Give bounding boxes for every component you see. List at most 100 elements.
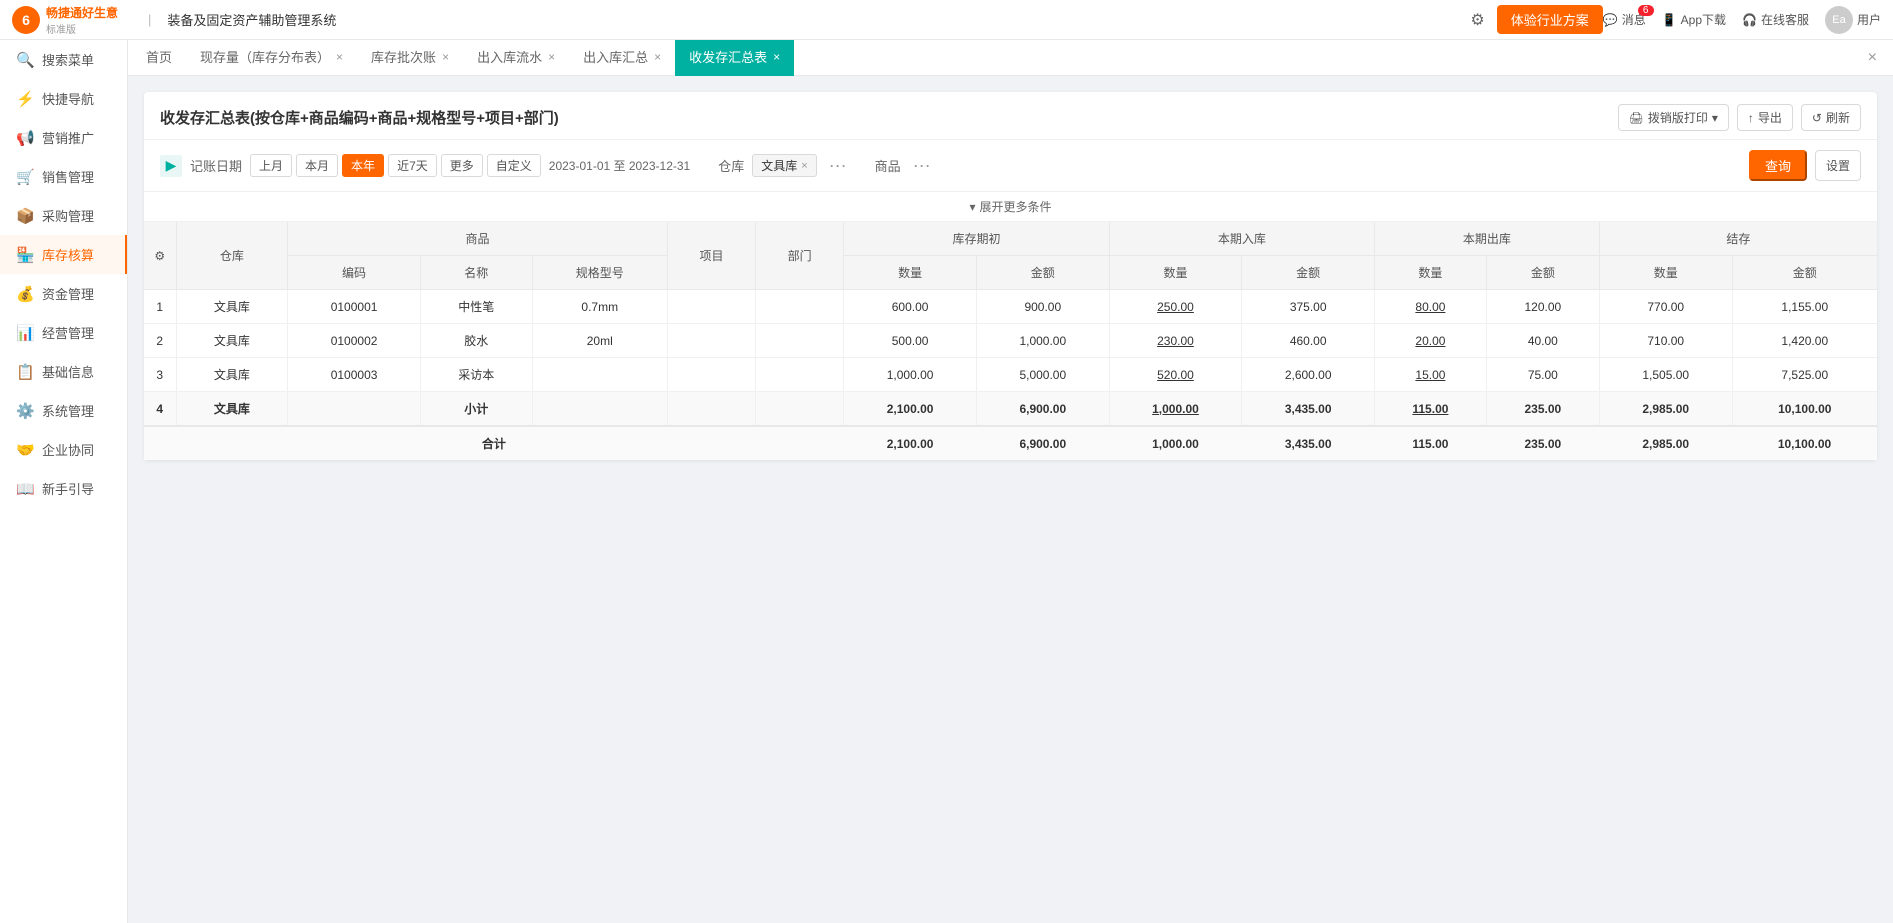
- sidebar-item-enterprise[interactable]: 🤝 企业协同: [0, 430, 127, 469]
- date-btn-this-year[interactable]: 本年: [342, 154, 384, 177]
- box-icon: 📦: [16, 207, 34, 225]
- app-download-item[interactable]: 📱 App下载: [1662, 11, 1726, 28]
- filter-actions: 查询 设置: [1749, 150, 1861, 181]
- goods-more[interactable]: ···: [913, 155, 931, 176]
- settings-filter-button[interactable]: 设置: [1815, 150, 1861, 181]
- sidebar-label-marketing: 营销推广: [42, 128, 94, 147]
- filter-expand-button[interactable]: ▶: [160, 155, 182, 177]
- th-in-amt: 金额: [1242, 256, 1375, 290]
- money-icon: 💰: [16, 285, 34, 303]
- sidebar-item-finance[interactable]: 💰 资金管理: [0, 274, 127, 313]
- sidebar-item-purchase[interactable]: 📦 采购管理: [0, 196, 127, 235]
- date-buttons: 上月 本月 本年 近7天 更多 自定义: [250, 154, 541, 177]
- footer-out-qty: 115.00: [1375, 426, 1487, 460]
- sidebar-item-marketing[interactable]: 📢 营销推广: [0, 118, 127, 157]
- th-goods-group: 商品: [288, 222, 668, 256]
- sidebar-item-guide[interactable]: 📖 新手引导: [0, 469, 127, 508]
- search-icon: 🔍: [16, 51, 34, 69]
- footer-open-qty: 2,100.00: [844, 426, 977, 460]
- sidebar-item-system[interactable]: ⚙️ 系统管理: [0, 391, 127, 430]
- sidebar-label-sales: 销售管理: [42, 167, 94, 186]
- print-button[interactable]: 🖨 拨销版打印 ▾: [1618, 104, 1729, 131]
- sidebar-item-sales[interactable]: 🛒 销售管理: [0, 157, 127, 196]
- warehouse-tag[interactable]: 文具库 ×: [752, 154, 816, 177]
- tab-close-inventory-dist[interactable]: ×: [336, 50, 343, 64]
- sidebar-label-quick: 快捷导航: [42, 89, 94, 108]
- th-settings[interactable]: ⚙: [144, 222, 176, 290]
- th-warehouse: 仓库: [176, 222, 288, 290]
- date-btn-7days[interactable]: 近7天: [388, 154, 437, 177]
- expand-more-button[interactable]: ▾ 展开更多条件: [969, 198, 1051, 215]
- table-footer-row: 合计 2,100.00 6,900.00 1,000.00 3,435.00 1…: [144, 426, 1877, 460]
- th-in-period: 本期入库: [1109, 222, 1374, 256]
- avatar: Ea: [1825, 6, 1853, 34]
- warehouse-tag-close[interactable]: ×: [801, 160, 807, 172]
- expand-more-row: ▾ 展开更多条件: [144, 192, 1877, 222]
- sidebar-item-basic[interactable]: 📋 基础信息: [0, 352, 127, 391]
- th-out-qty: 数量: [1375, 256, 1487, 290]
- th-balance: 结存: [1599, 222, 1877, 256]
- tab-close-batch[interactable]: ×: [442, 50, 449, 64]
- date-label: 记账日期: [190, 156, 242, 175]
- date-btn-this-month[interactable]: 本月: [296, 154, 338, 177]
- filter-goods-area: 商品 ···: [875, 155, 931, 176]
- sidebar-item-quick[interactable]: ⚡ 快捷导航: [0, 79, 127, 118]
- tab-inout-summary[interactable]: 出入库汇总 ×: [569, 40, 675, 76]
- sidebar-label-inventory: 库存核算: [42, 245, 94, 264]
- list-icon: 📋: [16, 363, 34, 381]
- tab-close-inout-flow[interactable]: ×: [548, 50, 555, 64]
- sidebar-label-finance: 资金管理: [42, 284, 94, 303]
- book-icon: 📖: [16, 480, 34, 498]
- footer-open-amt: 6,900.00: [976, 426, 1109, 460]
- sidebar-label-guide: 新手引导: [42, 479, 94, 498]
- page-header: 收发存汇总表(按仓库+商品编码+商品+规格型号+项目+部门) 🖨 拨销版打印 ▾…: [144, 92, 1877, 140]
- filter-warehouse-area: 仓库 文具库 × ···: [718, 154, 846, 177]
- tab-inventory-dist[interactable]: 现存量（库存分布表） ×: [186, 40, 357, 76]
- tab-bar: 首页 现存量（库存分布表） × 库存批次账 × 出入库流水 × 出入库汇总 ×: [128, 40, 1893, 76]
- logo-icon: 6: [12, 6, 40, 34]
- chevron-down-icon: ▾: [1712, 111, 1718, 125]
- user-item[interactable]: Ea 用户: [1825, 6, 1881, 34]
- cart-icon: 🛒: [16, 168, 34, 186]
- date-btn-last-month[interactable]: 上月: [250, 154, 292, 177]
- tab-inout-flow[interactable]: 出入库流水 ×: [463, 40, 569, 76]
- online-service-item[interactable]: 🎧 在线客服: [1742, 11, 1809, 28]
- date-btn-more[interactable]: 更多: [441, 154, 483, 177]
- table-row: 1文具库0100001中性笔0.7mm600.00900.00250.00375…: [144, 290, 1877, 324]
- goods-label: 商品: [875, 156, 901, 175]
- logo-badge: 标准版: [46, 21, 118, 36]
- try-button[interactable]: 体验行业方案: [1497, 5, 1603, 34]
- filter-area: ▶ 记账日期 上月 本月 本年 近7天 更多 自定义 2023-01-01 至 …: [144, 140, 1877, 192]
- handshake-icon: 🤝: [16, 441, 34, 459]
- tab-close-inout-summary[interactable]: ×: [654, 50, 661, 64]
- export-button[interactable]: ↑ 导出: [1737, 104, 1793, 131]
- store-icon: 🏪: [16, 246, 34, 264]
- refresh-button[interactable]: ↺ 刷新: [1801, 104, 1861, 131]
- refresh-icon: ↺: [1812, 111, 1822, 125]
- th-bal-amt: 金额: [1732, 256, 1877, 290]
- th-project: 项目: [667, 222, 755, 290]
- th-opening: 库存期初: [844, 222, 1109, 256]
- sidebar: 🔍 搜索菜单 ⚡ 快捷导航 📢 营销推广 🛒 销售管理 📦 采购管理: [0, 40, 128, 923]
- query-button[interactable]: 查询: [1749, 150, 1807, 181]
- warehouse-more[interactable]: ···: [829, 155, 847, 176]
- footer-bal-amt: 10,100.00: [1732, 426, 1877, 460]
- tab-close-recv-send[interactable]: ×: [773, 50, 780, 64]
- sidebar-label-basic: 基础信息: [42, 362, 94, 381]
- top-bar-right: 💬 消息 6 📱 App下载 🎧 在线客服 Ea 用户: [1603, 6, 1881, 34]
- tab-bar-close-all[interactable]: ×: [1856, 49, 1889, 67]
- tab-home[interactable]: 首页: [132, 40, 186, 76]
- settings-icon[interactable]: ⚙: [1470, 10, 1484, 30]
- th-out-amt: 金额: [1486, 256, 1599, 290]
- logo-area: 6 畅捷通好生意 标准版: [12, 4, 140, 36]
- th-goods-name: 名称: [420, 256, 532, 290]
- message-icon-item[interactable]: 💬 消息 6: [1603, 11, 1646, 28]
- sidebar-item-inventory[interactable]: 🏪 库存核算: [0, 235, 127, 274]
- warehouse-tag-text: 文具库: [761, 157, 797, 174]
- sidebar-item-operation[interactable]: 📊 经营管理: [0, 313, 127, 352]
- tab-recv-send[interactable]: 收发存汇总表 ×: [675, 40, 794, 76]
- tab-batch[interactable]: 库存批次账 ×: [357, 40, 463, 76]
- sidebar-item-search[interactable]: 🔍 搜索菜单: [0, 40, 127, 79]
- date-btn-custom[interactable]: 自定义: [487, 154, 541, 177]
- message-badge: 6: [1638, 5, 1654, 16]
